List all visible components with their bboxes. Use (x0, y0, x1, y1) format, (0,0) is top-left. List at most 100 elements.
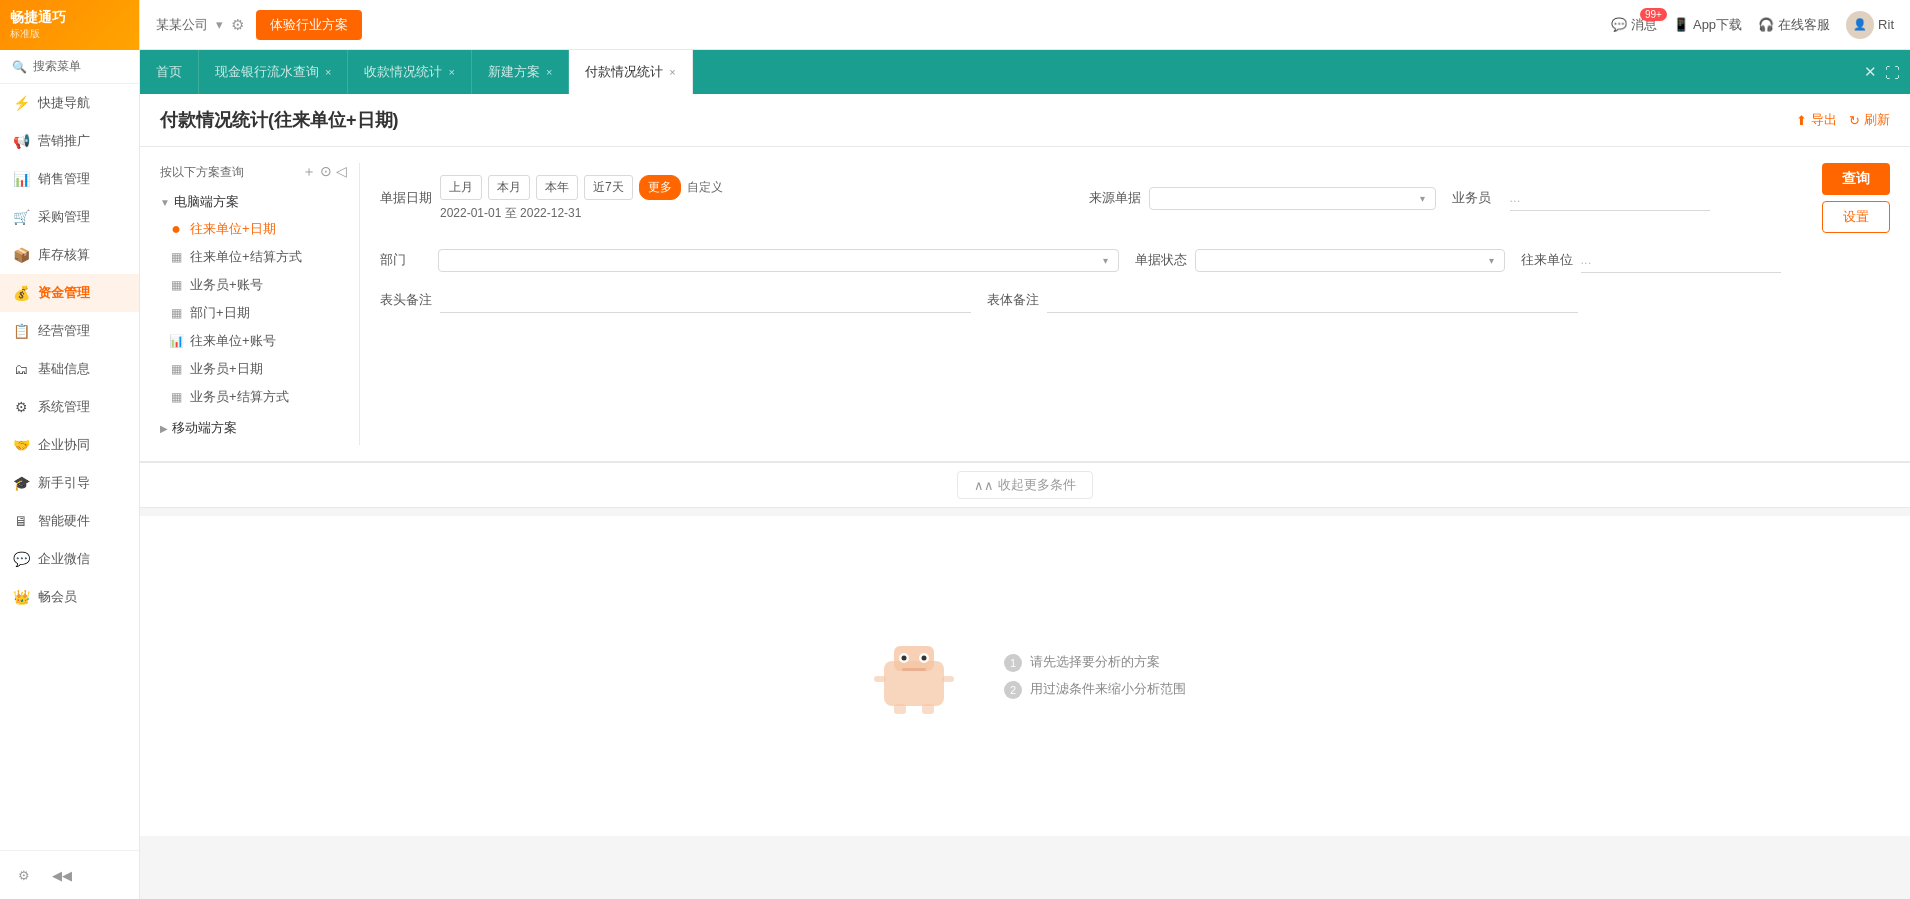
sidebar-item-label: 智能硬件 (38, 512, 90, 530)
header-note-input[interactable] (440, 287, 971, 313)
staff-label: 业务员 (1452, 189, 1502, 207)
app-download-btn[interactable]: 📱 App下载 (1673, 16, 1742, 34)
scheme-group-mobile-header[interactable]: ▶ 移动端方案 (160, 415, 347, 441)
add-scheme-icon[interactable]: ＋ (302, 163, 316, 181)
tab-bank-flow[interactable]: 现金银行流水查询 × (199, 50, 348, 94)
collapse-conditions-btn[interactable]: ∧∧ 收起更多条件 (957, 471, 1093, 499)
tab-receipts-stat[interactable]: 收款情况统计 × (348, 50, 471, 94)
date-custom-label[interactable]: 自定义 (687, 179, 723, 196)
date-btn-last-month[interactable]: 上月 (440, 175, 482, 200)
sidebar-item-enterprise[interactable]: 🤝 企业协同 (0, 426, 139, 464)
operations-icon: 📋 (12, 322, 30, 340)
sidebar-item-quick-nav[interactable]: ⚡ 快捷导航 (0, 84, 139, 122)
industry-btn[interactable]: 体验行业方案 (256, 10, 362, 40)
date-label: 单据日期 (380, 189, 432, 207)
scheme-item-icon-2: ▦ (168, 277, 184, 293)
topbar-right: 💬 消息 99+ 📱 App下载 🎧 在线客服 👤 Rit (1611, 11, 1894, 39)
sidebar-item-purchase[interactable]: 🛒 采购管理 (0, 198, 139, 236)
sidebar-edition: 标准版 (10, 27, 66, 41)
expand-tab-btn[interactable]: ⛶ (1885, 64, 1900, 81)
scheme-item-counterpart-settle[interactable]: ▦ 往来单位+结算方式 (160, 243, 347, 271)
sidebar-item-label: 企业微信 (38, 550, 90, 568)
svg-rect-7 (874, 676, 886, 682)
scheme-group-desktop: ▼ 电脑端方案 ● 往来单位+日期 ▦ 往来单位+结算方式 ▦ 业务员+账号 (160, 189, 347, 411)
sidebar-item-guide[interactable]: 🎓 新手引导 (0, 464, 139, 502)
collapse-sidebar-btn[interactable]: ◀◀ (48, 861, 76, 889)
tab-payment-stat[interactable]: 付款情况统计 × (569, 50, 692, 94)
settings-footer-btn[interactable]: ⚙ (10, 861, 38, 889)
source-label: 来源单据 (1089, 189, 1141, 207)
topbar-dropdown-arrow[interactable]: ▾ (216, 17, 223, 32)
date-options: 上月 本月 本年 近7天 更多 自定义 (440, 175, 723, 200)
header-note-field: 表头备注 (380, 287, 971, 313)
svg-rect-8 (942, 676, 954, 682)
online-service-label: 在线客服 (1778, 16, 1830, 34)
tab-receipts-stat-close[interactable]: × (448, 66, 454, 78)
svg-rect-10 (922, 704, 934, 714)
date-btn-more[interactable]: 更多 (639, 175, 681, 200)
doc-status-label: 单据状态 (1135, 251, 1187, 269)
scheme-item-staff-date-label: 业务员+日期 (190, 360, 263, 378)
scheme-item-icon-6: ▦ (168, 389, 184, 405)
sidebar-item-system[interactable]: ⚙ 系统管理 (0, 388, 139, 426)
sidebar-item-wechat[interactable]: 💬 企业微信 (0, 540, 139, 578)
scheme-item-counterpart-date-label: 往来单位+日期 (190, 220, 276, 238)
sidebar-item-marketing[interactable]: 📢 营销推广 (0, 122, 139, 160)
tab-receipts-stat-label: 收款情况统计 (364, 63, 442, 81)
scheme-item-counterpart-date[interactable]: ● 往来单位+日期 (160, 215, 347, 243)
query-btn[interactable]: 查询 (1822, 163, 1890, 195)
main-area: 某某公司 ▾ ⚙ 体验行业方案 💬 消息 99+ 📱 App下载 🎧 在线客服 … (140, 0, 1910, 899)
filter-form: 单据日期 上月 本月 本年 近7天 更多 自定义 2022-01-01 至 20… (360, 163, 1890, 445)
scheme-item-staff-date[interactable]: ▦ 业务员+日期 (160, 355, 347, 383)
sidebar-item-label: 经营管理 (38, 322, 90, 340)
counterpart-input[interactable] (1581, 247, 1781, 273)
scheme-item-dept-date[interactable]: ▦ 部门+日期 (160, 299, 347, 327)
user-menu[interactable]: 👤 Rit (1846, 11, 1894, 39)
online-service-btn[interactable]: 🎧 在线客服 (1758, 16, 1830, 34)
tab-home[interactable]: 首页 (140, 50, 199, 94)
dept-select[interactable]: ▾ (438, 249, 1119, 272)
sidebar-item-operations[interactable]: 📋 经营管理 (0, 312, 139, 350)
counterpart-field: 往来单位 (1521, 247, 1891, 273)
export-btn[interactable]: ⬆ 导出 (1796, 111, 1837, 129)
scheme-item-staff-settle[interactable]: ▦ 业务员+结算方式 (160, 383, 347, 411)
sidebar-item-inventory[interactable]: 📦 库存核算 (0, 236, 139, 274)
source-select[interactable]: ▾ (1149, 187, 1436, 210)
scheme-query-label: 按以下方案查询 (160, 164, 244, 181)
system-icon: ⚙ (12, 398, 30, 416)
settings-btn[interactable]: 设置 (1822, 201, 1890, 233)
filter-actions: 查询 设置 (1822, 163, 1890, 233)
tab-payment-stat-label: 付款情况统计 (585, 63, 663, 81)
refresh-btn[interactable]: ↻ 刷新 (1849, 111, 1890, 129)
sidebar-item-label: 系统管理 (38, 398, 90, 416)
tab-payment-stat-close[interactable]: × (669, 66, 675, 78)
collapse-scheme-icon[interactable]: ◁ (336, 163, 347, 181)
hint-num-2: 2 (1004, 681, 1022, 699)
staff-input[interactable] (1510, 185, 1710, 211)
sidebar-item-basic-info[interactable]: 🗂 基础信息 (0, 350, 139, 388)
tab-new-scheme-close[interactable]: × (546, 66, 552, 78)
scheme-group-desktop-header[interactable]: ▼ 电脑端方案 (160, 189, 347, 215)
sidebar-item-label: 库存核算 (38, 246, 90, 264)
body-note-input[interactable] (1047, 287, 1578, 313)
date-btn-last-7[interactable]: 近7天 (584, 175, 633, 200)
messages-btn[interactable]: 💬 消息 99+ (1611, 16, 1657, 34)
sidebar-search[interactable]: 🔍 搜索菜单 (0, 50, 139, 84)
topbar-gear-icon[interactable]: ⚙ (231, 16, 244, 34)
sidebar-item-smart-hw[interactable]: 🖥 智能硬件 (0, 502, 139, 540)
sidebar-item-finance[interactable]: 💰 资金管理 (0, 274, 139, 312)
tab-new-scheme[interactable]: 新建方案 × (472, 50, 569, 94)
scheme-item-icon-1: ▦ (168, 249, 184, 265)
scheme-item-staff-account[interactable]: ▦ 业务员+账号 (160, 271, 347, 299)
sidebar-item-label: 快捷导航 (38, 94, 90, 112)
collapse-sidebar-icon: ◀◀ (52, 868, 72, 883)
close-tab-btn[interactable]: ✕ (1864, 63, 1877, 81)
sidebar-item-sales[interactable]: 📊 销售管理 (0, 160, 139, 198)
settings-scheme-icon[interactable]: ⊙ (320, 163, 332, 181)
scheme-item-counterpart-account[interactable]: 📊 往来单位+账号 (160, 327, 347, 355)
date-btn-this-month[interactable]: 本月 (488, 175, 530, 200)
doc-status-select[interactable]: ▾ (1195, 249, 1505, 272)
sidebar-item-vip[interactable]: 👑 畅会员 (0, 578, 139, 616)
tab-bank-flow-close[interactable]: × (325, 66, 331, 78)
date-btn-this-year[interactable]: 本年 (536, 175, 578, 200)
